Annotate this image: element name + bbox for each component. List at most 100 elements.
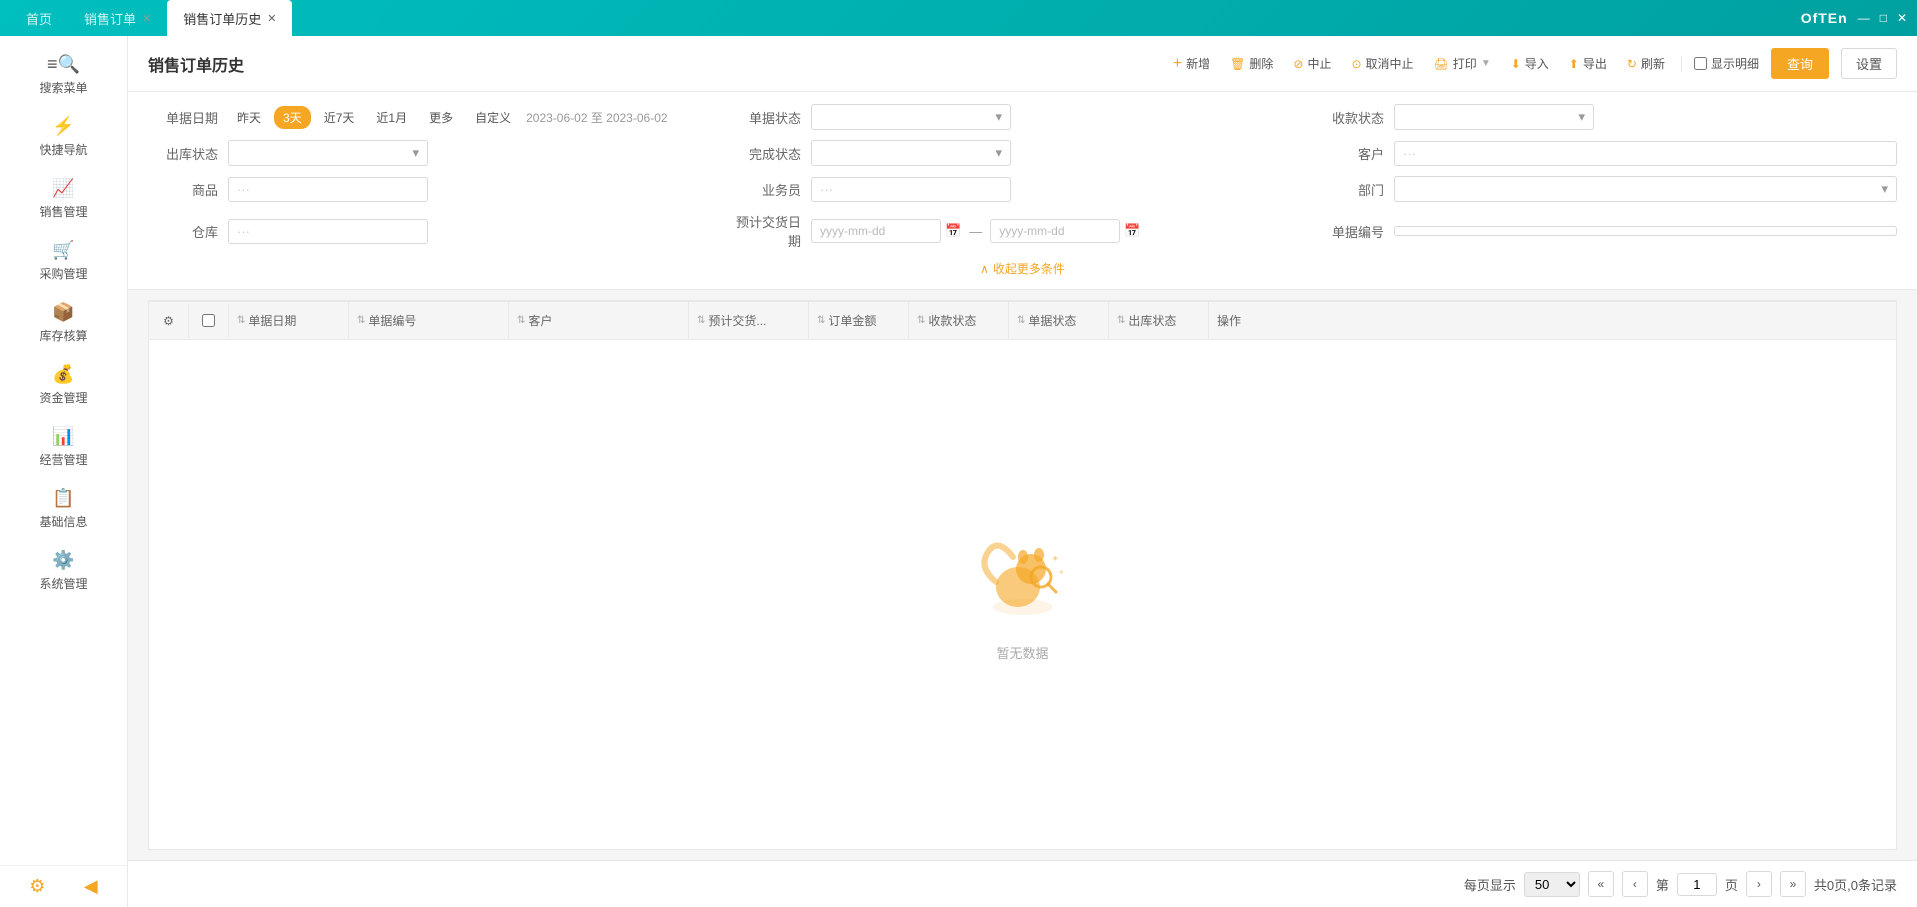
filter-area: 单据日期 昨天 3天 近7天 近1月 更多 自定义 2023-06-02 至 2… — [128, 92, 1917, 290]
order-num-input[interactable] — [1394, 226, 1897, 236]
show-detail-checkbox[interactable] — [1694, 57, 1707, 70]
out-status-select[interactable]: ▾ — [228, 140, 428, 166]
tab-sales-order-label: 销售订单 — [84, 9, 136, 28]
th-customer[interactable]: ⇅ 客户 — [509, 302, 689, 339]
brand-label: OfTEn — [1801, 10, 1848, 26]
inventory-check-icon: 📦 — [52, 302, 74, 323]
product-input[interactable]: ··· — [228, 177, 428, 202]
sidebar-item-sales-mgmt[interactable]: 📈 销售管理 — [0, 168, 127, 230]
sort-icon-receipt: ⇅ — [917, 315, 925, 326]
window-max[interactable]: □ — [1880, 11, 1887, 25]
th-out-status[interactable]: ⇅ 出库状态 — [1109, 302, 1209, 339]
receipt-arrow-icon: ▾ — [1578, 109, 1585, 125]
new-icon: + — [1173, 55, 1182, 73]
show-detail-checkbox-label[interactable]: 显示明细 — [1694, 55, 1759, 72]
sort-icon-doc-status: ⇅ — [1017, 315, 1025, 326]
dept-select[interactable]: ▾ — [1394, 176, 1897, 202]
pagination: 每页显示 50 10 20 100 « ‹ 第 页 › » 共0页,0条记录 — [128, 860, 1917, 907]
th-doc-status-label: 单据状态 — [1028, 312, 1076, 329]
status-select[interactable]: ▾ — [811, 104, 1011, 130]
current-page-input[interactable] — [1677, 873, 1717, 896]
sidebar-settings-icon[interactable]: ⚙ — [29, 876, 45, 897]
tab-sales-order-history-label: 销售订单历史 — [183, 9, 261, 28]
sidebar-item-business-mgmt[interactable]: 📊 经营管理 — [0, 416, 127, 478]
first-page-button[interactable]: « — [1588, 871, 1614, 897]
tab-sales-order[interactable]: 销售订单 ✕ — [68, 0, 167, 36]
query-button[interactable]: 查询 — [1771, 48, 1829, 79]
complete-label: 完成状态 — [731, 144, 811, 163]
refresh-button[interactable]: ↻ 刷新 — [1623, 55, 1669, 72]
export-button[interactable]: ⬆ 导出 — [1565, 55, 1611, 72]
stop-button[interactable]: ⊘ 中止 — [1289, 55, 1335, 72]
salesman-dots: ··· — [820, 182, 833, 197]
tab-sales-order-history[interactable]: 销售订单历史 ✕ — [167, 0, 292, 36]
import-button[interactable]: ⬇ 导入 — [1507, 55, 1553, 72]
th-date[interactable]: ⇅ 单据日期 — [229, 302, 349, 339]
new-button[interactable]: + 新增 — [1169, 55, 1214, 73]
btn-custom[interactable]: 自定义 — [466, 106, 520, 129]
last-page-button[interactable]: » — [1780, 871, 1806, 897]
sidebar-item-purchase-mgmt[interactable]: 🛒 采购管理 — [0, 230, 127, 292]
btn-more[interactable]: 更多 — [420, 106, 462, 129]
delivery-end-date[interactable]: yyyy-mm-dd — [990, 219, 1120, 243]
purchase-mgmt-icon: 🛒 — [52, 240, 74, 261]
tab-sales-order-close[interactable]: ✕ — [142, 12, 151, 25]
import-icon: ⬇ — [1511, 57, 1521, 71]
table-body: ✦ ✦ 暂无数据 — [149, 340, 1896, 849]
btn-today[interactable]: 昨天 — [228, 106, 270, 129]
sidebar-item-quick-nav[interactable]: ⚡ 快捷导航 — [0, 106, 127, 168]
status-field-label: 单据状态 — [731, 108, 811, 127]
export-icon: ⬆ — [1569, 57, 1579, 71]
cancel-stop-button[interactable]: ⊙ 取消中止 — [1347, 55, 1417, 72]
th-delivery[interactable]: ⇅ 预计交货... — [689, 302, 809, 339]
sidebar-item-search-menu[interactable]: ≡🔍 搜索菜单 — [0, 44, 127, 106]
th-doc-status[interactable]: ⇅ 单据状态 — [1009, 302, 1109, 339]
th-amount[interactable]: ⇅ 订单金额 — [809, 302, 909, 339]
th-check[interactable] — [189, 304, 229, 337]
refresh-icon: ↻ — [1627, 57, 1637, 71]
select-all-checkbox[interactable] — [202, 314, 215, 327]
complete-select[interactable]: ▾ — [811, 140, 1011, 166]
print-button[interactable]: 🖨 打印 ▼ — [1430, 55, 1495, 72]
sidebar-toggle-icon[interactable]: ◀ — [84, 876, 98, 897]
th-delivery-label: 预计交货... — [708, 312, 766, 329]
next-page-button[interactable]: › — [1746, 871, 1772, 897]
warehouse-input[interactable]: ··· — [228, 219, 428, 244]
delivery-start-placeholder: yyyy-mm-dd — [820, 224, 885, 238]
search-menu-icon: ≡🔍 — [47, 54, 80, 75]
svg-text:✦: ✦ — [1051, 554, 1059, 565]
sidebar-item-basic-info[interactable]: 📋 基础信息 — [0, 478, 127, 540]
th-gear[interactable]: ⚙ — [149, 304, 189, 338]
sidebar-label-basic-info: 基础信息 — [39, 513, 87, 530]
receipt-select[interactable]: ▾ — [1394, 104, 1594, 130]
window-close[interactable]: ✕ — [1897, 11, 1907, 25]
calendar-end-icon[interactable]: 📅 — [1124, 223, 1140, 239]
delete-button[interactable]: 🗑 删除 — [1226, 55, 1277, 72]
btn-3days[interactable]: 3天 — [274, 106, 311, 129]
tab-home[interactable]: 首页 — [10, 0, 68, 36]
window-min[interactable]: — — [1858, 11, 1870, 25]
warehouse-control: ··· — [228, 219, 731, 244]
table-header: ⚙ ⇅ 单据日期 ⇅ 单据编号 ⇅ 客户 ⇅ — [149, 301, 1896, 340]
sidebar-item-capital-mgmt[interactable]: 💰 资金管理 — [0, 354, 127, 416]
collapse-button[interactable]: ∧ 收起更多条件 — [148, 260, 1897, 277]
calendar-start-icon[interactable]: 📅 — [945, 223, 961, 239]
sidebar-item-inventory-check[interactable]: 📦 库存核算 — [0, 292, 127, 354]
sidebar-label-inventory-check: 库存核算 — [39, 327, 87, 344]
sidebar-item-system-mgmt[interactable]: ⚙️ 系统管理 — [0, 540, 127, 602]
out-status-label: 出库状态 — [148, 144, 228, 163]
salesman-input[interactable]: ··· — [811, 177, 1011, 202]
prev-page-button[interactable]: ‹ — [1622, 871, 1648, 897]
empty-illustration: ✦ ✦ — [963, 527, 1083, 627]
th-receipt-status[interactable]: ⇅ 收款状态 — [909, 302, 1009, 339]
btn-1month[interactable]: 近1月 — [367, 106, 416, 129]
customer-input[interactable]: ··· — [1394, 141, 1897, 166]
btn-7days[interactable]: 近7天 — [315, 106, 364, 129]
delivery-start-date[interactable]: yyyy-mm-dd — [811, 219, 941, 243]
tab-sales-order-history-close[interactable]: ✕ — [267, 12, 276, 25]
date-quick-btns: 昨天 3天 近7天 近1月 更多 自定义 — [228, 106, 520, 129]
page-size-select[interactable]: 50 10 20 100 — [1524, 872, 1580, 897]
setting-button[interactable]: 设置 — [1841, 48, 1897, 79]
system-mgmt-icon: ⚙️ — [52, 550, 74, 571]
th-number[interactable]: ⇅ 单据编号 — [349, 302, 509, 339]
